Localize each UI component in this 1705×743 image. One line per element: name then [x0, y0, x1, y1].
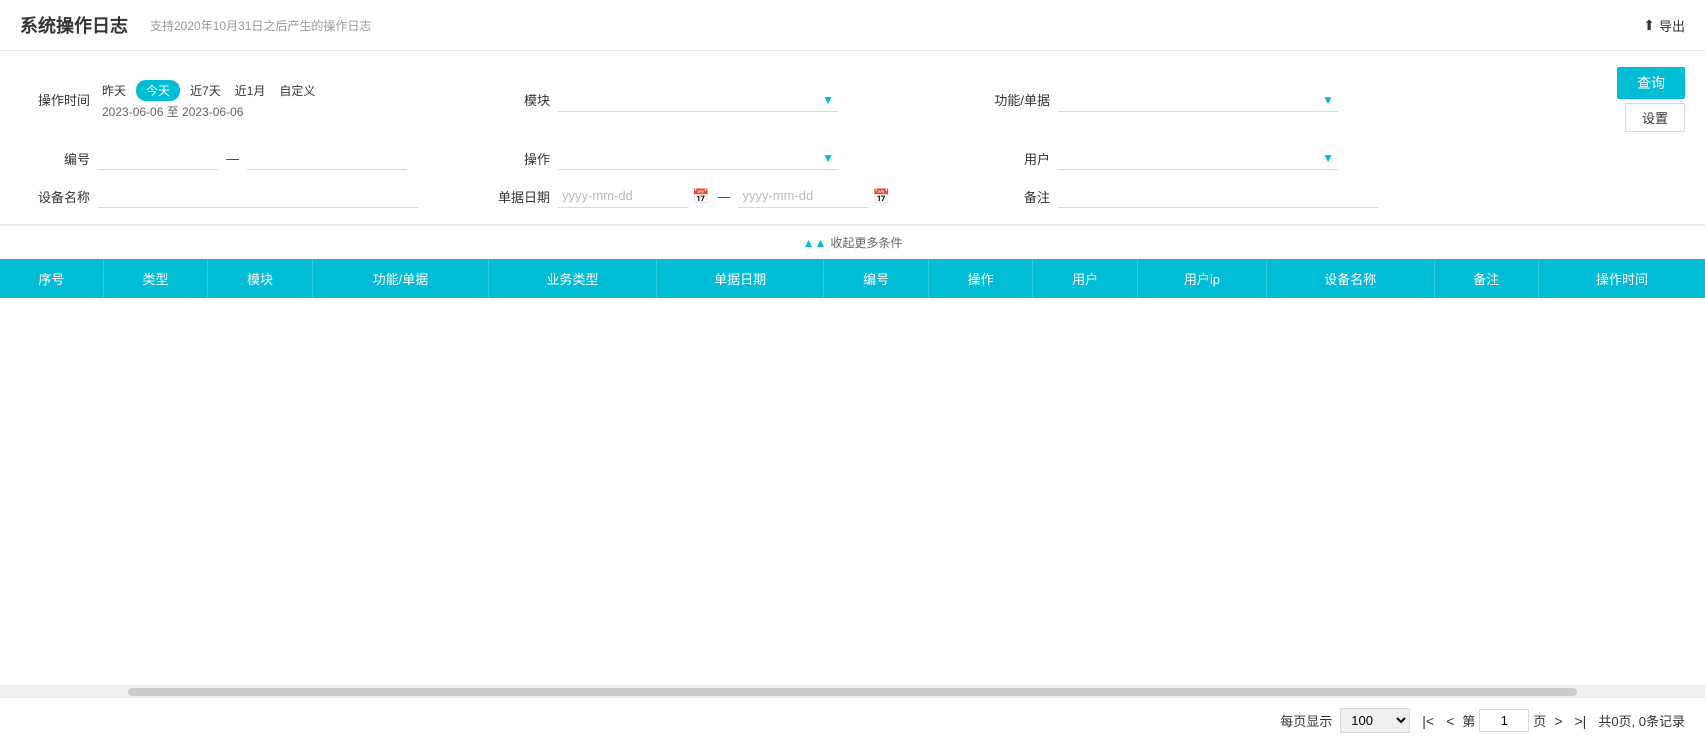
- time-range-text: 2023-06-06 至 2023-06-06: [102, 103, 319, 120]
- pagination-bar: 每页显示 100 50 200 |< < 第 页 > >| 共0页, 0条记录: [0, 697, 1705, 743]
- code-filter-col: 编号 —: [20, 146, 480, 170]
- voucher-date-filter-col: 单据日期 📅 — 📅: [480, 184, 980, 208]
- time-btn-custom[interactable]: 自定义: [275, 80, 319, 101]
- date-separator: —: [717, 189, 730, 204]
- col-module: 模块: [208, 259, 312, 298]
- func-filter-col: 功能/单据 ▼ 查询 设置: [980, 67, 1685, 132]
- page-suffix: 页: [1533, 711, 1546, 730]
- col-func: 功能/单据: [312, 259, 488, 298]
- operation-select[interactable]: [558, 146, 838, 170]
- time-btn-1month[interactable]: 近1月: [231, 80, 270, 101]
- export-icon: ⬆: [1643, 17, 1655, 34]
- col-remark: 备注: [1434, 259, 1538, 298]
- col-user: 用户: [1033, 259, 1137, 298]
- module-label: 模块: [480, 90, 550, 109]
- device-filter-col: 设备名称: [20, 184, 480, 208]
- calendar-from-icon[interactable]: 📅: [692, 188, 709, 205]
- next-page-button[interactable]: >: [1550, 711, 1566, 731]
- time-filter-col: 操作时间 昨天 今天 近7天 近1月 自定义 2023-06-06 至 2023…: [20, 80, 480, 120]
- func-label: 功能/单据: [980, 90, 1050, 109]
- page-title: 系统操作日志: [20, 12, 128, 38]
- code-input-to[interactable]: [247, 146, 407, 170]
- page-input[interactable]: [1479, 709, 1529, 732]
- time-buttons: 昨天 今天 近7天 近1月 自定义: [98, 80, 319, 101]
- query-button[interactable]: 查询: [1617, 67, 1685, 99]
- time-btn-yesterday[interactable]: 昨天: [98, 80, 130, 101]
- col-operation: 操作: [928, 259, 1032, 298]
- date-to-input[interactable]: [738, 184, 868, 208]
- time-label: 操作时间: [20, 90, 90, 109]
- time-filter-group: 昨天 今天 近7天 近1月 自定义 2023-06-06 至 2023-06-0…: [98, 80, 319, 120]
- col-user-ip: 用户ip: [1137, 259, 1266, 298]
- date-from-input[interactable]: [558, 184, 688, 208]
- total-text: 共0页, 0条记录: [1598, 711, 1685, 730]
- user-filter-col: 用户 ▼: [980, 146, 1685, 170]
- col-biz-type: 业务类型: [489, 259, 657, 298]
- page-container: 系统操作日志 支持2020年10月31日之后产生的操作日志 ⬆ 导出 操作时间 …: [0, 0, 1705, 743]
- export-button[interactable]: ⬆ 导出: [1643, 16, 1685, 35]
- collapse-bar[interactable]: ▲▲ 收起更多条件: [0, 225, 1705, 259]
- col-op-time: 操作时间: [1539, 259, 1705, 298]
- table-header: 序号 类型 模块 功能/单据 业务类型 单据日期 编号 操作 用户 用户ip 设…: [0, 259, 1705, 298]
- col-index: 序号: [0, 259, 103, 298]
- settings-button[interactable]: 设置: [1625, 103, 1685, 132]
- code-label: 编号: [20, 149, 90, 168]
- module-select-wrapper: ▼: [558, 88, 838, 112]
- device-label: 设备名称: [20, 187, 90, 206]
- col-voucher-date: 单据日期: [656, 259, 824, 298]
- col-type: 类型: [103, 259, 207, 298]
- collapse-up-icon: ▲▲: [803, 236, 827, 250]
- page-label: 第: [1462, 711, 1475, 730]
- prev-page-button[interactable]: <: [1442, 711, 1458, 731]
- user-select-wrapper: ▼: [1058, 146, 1338, 170]
- collapse-button[interactable]: ▲▲ 收起更多条件: [803, 234, 903, 251]
- operation-label: 操作: [480, 149, 550, 168]
- remark-input[interactable]: [1058, 184, 1378, 208]
- time-btn-7days[interactable]: 近7天: [186, 80, 225, 101]
- scrollbar-thumb: [128, 688, 1577, 696]
- remark-filter-col: 备注: [980, 184, 1685, 208]
- device-input[interactable]: [98, 184, 418, 208]
- last-page-button[interactable]: >|: [1571, 711, 1591, 731]
- col-device: 设备名称: [1266, 259, 1434, 298]
- calendar-to-icon[interactable]: 📅: [872, 188, 889, 205]
- table-wrapper: 序号 类型 模块 功能/单据 业务类型 单据日期 编号 操作 用户 用户ip 设…: [0, 259, 1705, 335]
- module-filter-col: 模块 ▼: [480, 88, 980, 112]
- remark-label: 备注: [980, 187, 1050, 206]
- voucher-date-label: 单据日期: [480, 187, 550, 206]
- col-code: 编号: [824, 259, 928, 298]
- filter-area: 操作时间 昨天 今天 近7天 近1月 自定义 2023-06-06 至 2023…: [0, 51, 1705, 225]
- first-page-button[interactable]: |<: [1418, 711, 1438, 731]
- operation-select-wrapper: ▼: [558, 146, 838, 170]
- time-btn-today[interactable]: 今天: [136, 80, 180, 101]
- per-page-select[interactable]: 100 50 200: [1340, 708, 1410, 733]
- user-select[interactable]: [1058, 146, 1338, 170]
- page-header: 系统操作日志 支持2020年10月31日之后产生的操作日志 ⬆ 导出: [0, 0, 1705, 51]
- page-subtitle: 支持2020年10月31日之后产生的操作日志: [150, 17, 371, 34]
- code-separator: —: [226, 151, 239, 166]
- data-table: 序号 类型 模块 功能/单据 业务类型 单据日期 编号 操作 用户 用户ip 设…: [0, 259, 1705, 298]
- empty-area: [0, 335, 1705, 685]
- func-select[interactable]: [1058, 88, 1338, 112]
- right-actions: 查询 设置: [1617, 67, 1685, 132]
- module-select[interactable]: [558, 88, 838, 112]
- table-header-row: 序号 类型 模块 功能/单据 业务类型 单据日期 编号 操作 用户 用户ip 设…: [0, 259, 1705, 298]
- scrollbar-area[interactable]: [0, 685, 1705, 697]
- func-select-wrapper: ▼: [1058, 88, 1338, 112]
- code-input-from[interactable]: [98, 146, 218, 170]
- pagination-nav: |< < 第 页 > >|: [1418, 709, 1590, 732]
- operation-filter-col: 操作 ▼: [480, 146, 980, 170]
- per-page-label: 每页显示: [1280, 711, 1332, 730]
- user-label: 用户: [980, 149, 1050, 168]
